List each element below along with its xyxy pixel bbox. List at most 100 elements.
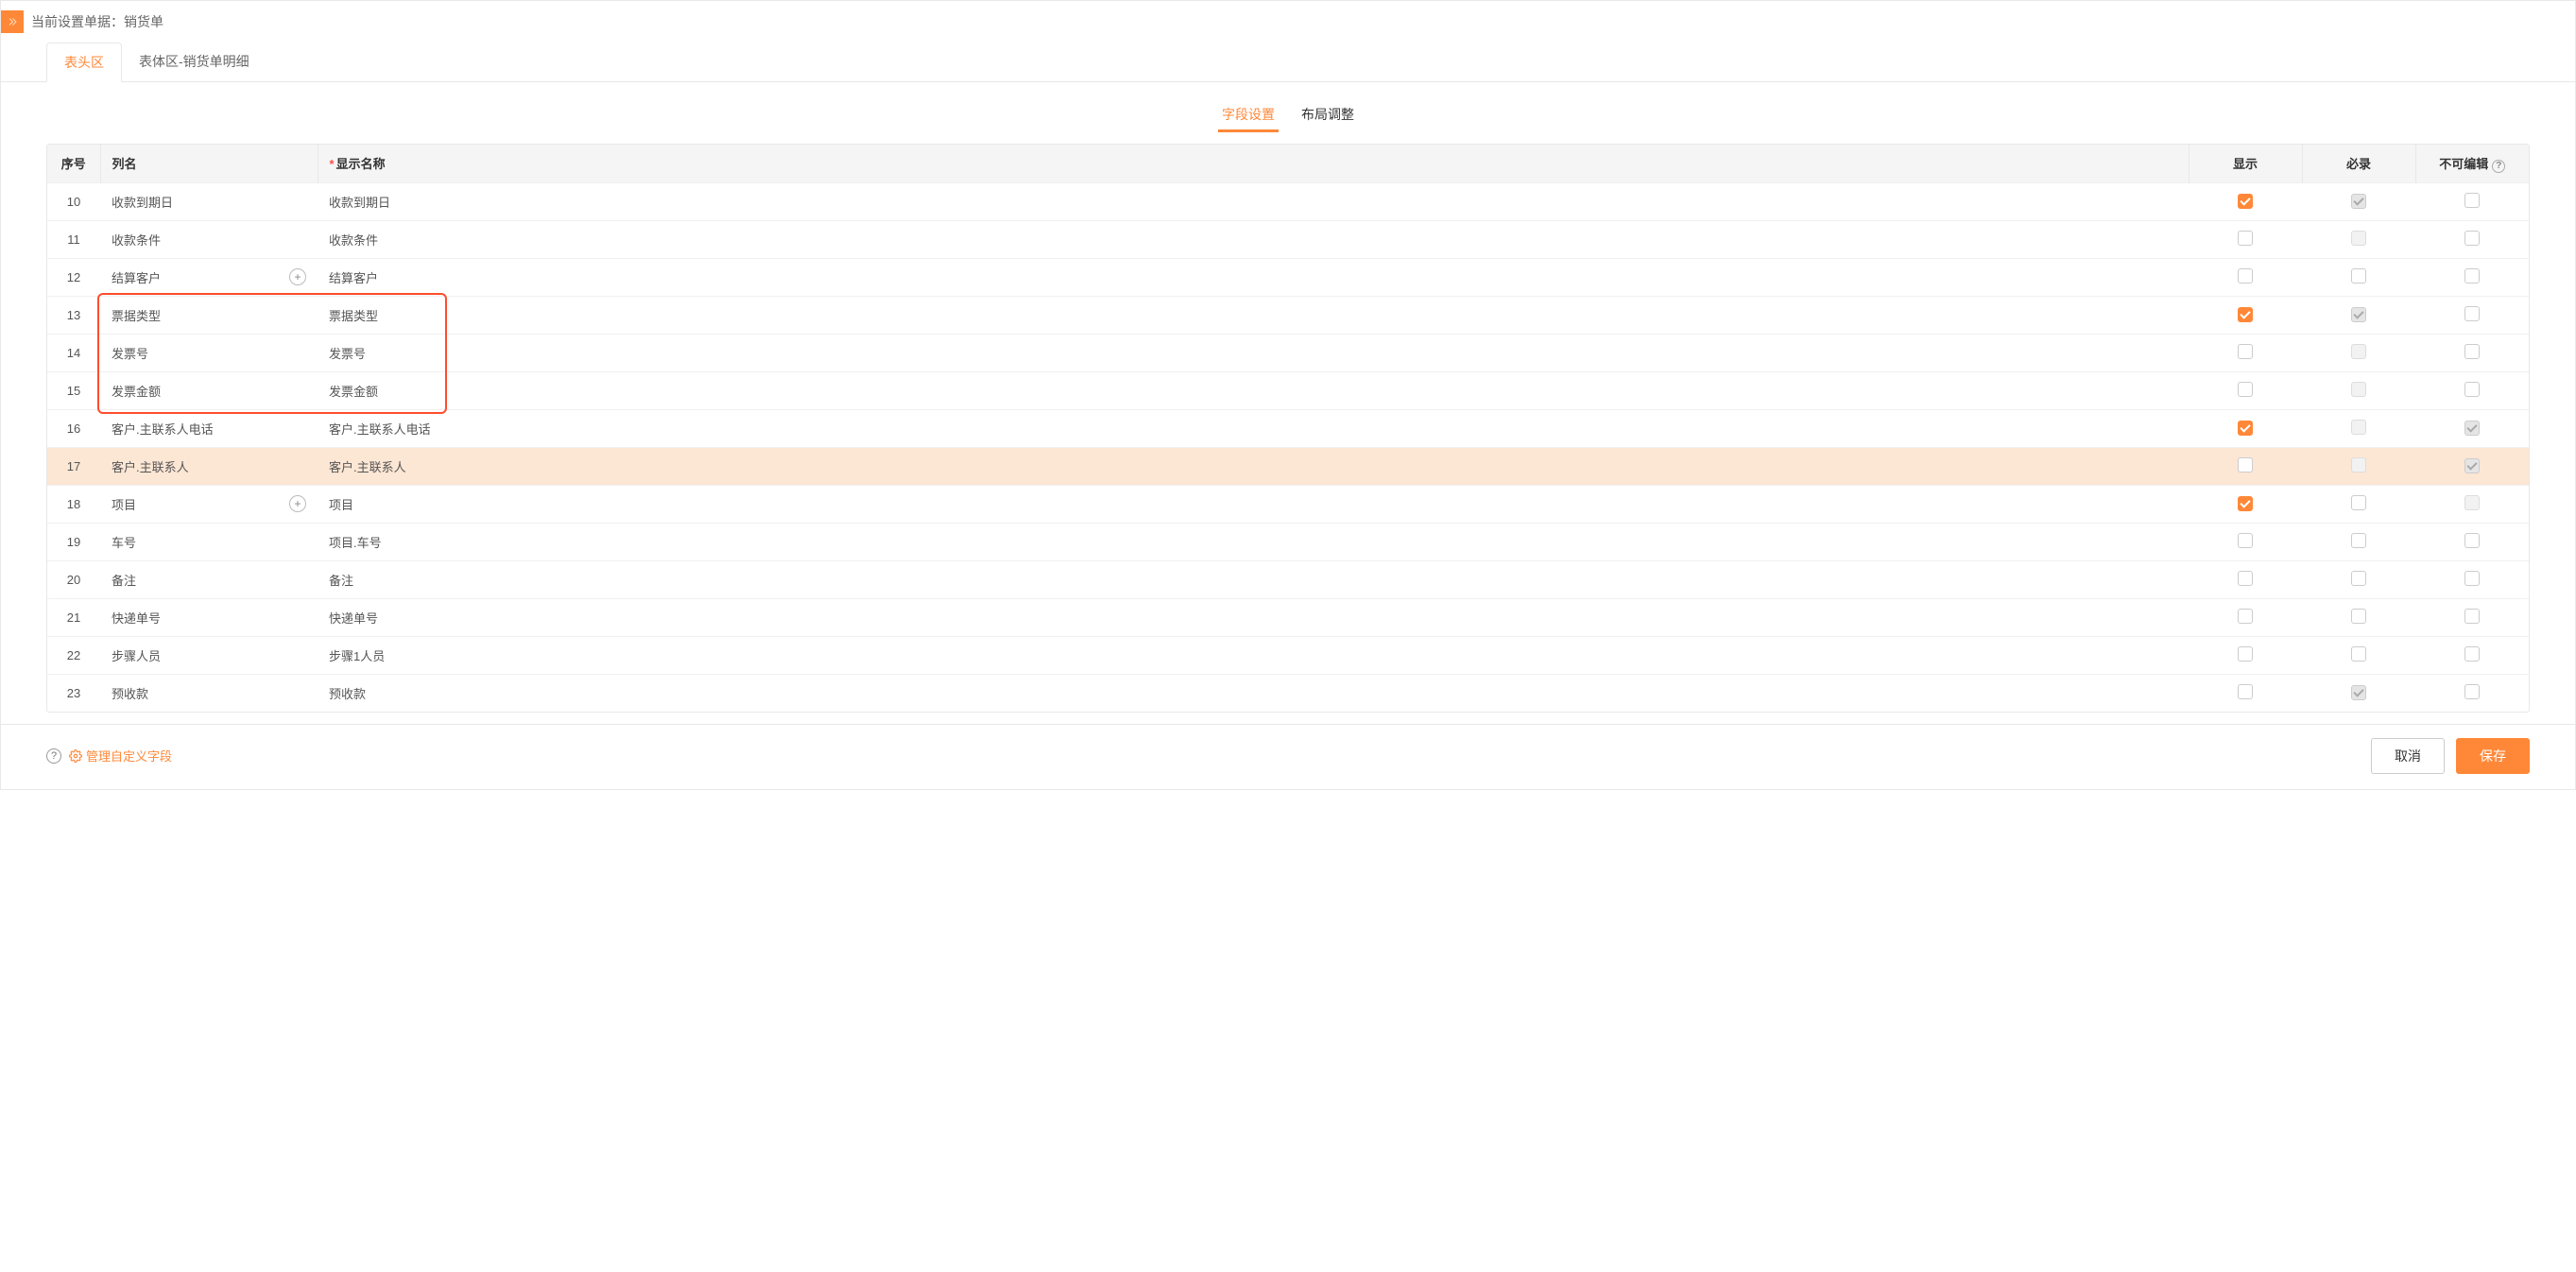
- cell-show: [2189, 485, 2302, 523]
- checkbox[interactable]: [2351, 646, 2366, 662]
- checkbox[interactable]: [2238, 268, 2253, 284]
- row-name-cell: 项目 +: [100, 485, 318, 523]
- cell-required: [2302, 447, 2415, 485]
- row-name: 车号: [112, 533, 136, 551]
- checkbox[interactable]: [2238, 684, 2253, 699]
- cell-required: [2302, 636, 2415, 674]
- checkbox: [2351, 382, 2366, 397]
- cell-readonly: [2415, 182, 2529, 220]
- checkbox[interactable]: [2238, 307, 2253, 322]
- checkbox[interactable]: [2238, 646, 2253, 662]
- cell-show: [2189, 636, 2302, 674]
- row-display-name[interactable]: 步骤1人员: [318, 636, 2189, 674]
- checkbox[interactable]: [2464, 382, 2480, 397]
- cell-readonly: [2415, 220, 2529, 258]
- row-name: 客户.主联系人: [112, 457, 189, 475]
- checkbox[interactable]: [2238, 231, 2253, 246]
- checkbox[interactable]: [2238, 344, 2253, 359]
- title-prefix: 当前设置单据：: [31, 14, 124, 29]
- checkbox[interactable]: [2464, 231, 2480, 246]
- row-display-name[interactable]: 预收款: [318, 674, 2189, 712]
- row-name-cell: 收款条件: [100, 220, 318, 258]
- row-seq: 17: [47, 447, 100, 485]
- tab-0[interactable]: 表头区: [46, 43, 122, 82]
- table-row: 14发票号发票号: [47, 334, 2529, 371]
- table-header-row: 序号 列名 *显示名称 显示 必录 不可编辑?: [47, 145, 2529, 182]
- row-name: 发票金额: [112, 382, 161, 400]
- row-seq: 21: [47, 598, 100, 636]
- cell-required: [2302, 371, 2415, 409]
- checkbox[interactable]: [2238, 194, 2253, 209]
- plus-icon[interactable]: +: [289, 495, 306, 512]
- sub-tab-0[interactable]: 字段设置: [1218, 99, 1279, 132]
- checkbox[interactable]: [2238, 421, 2253, 436]
- row-display-name[interactable]: 客户.主联系人电话: [318, 409, 2189, 447]
- collapse-button[interactable]: [1, 10, 24, 33]
- row-display-name[interactable]: 快递单号: [318, 598, 2189, 636]
- table-row: 15发票金额发票金额: [47, 371, 2529, 409]
- checkbox[interactable]: [2351, 268, 2366, 284]
- checkbox[interactable]: [2464, 684, 2480, 699]
- table-row: 12结算客户+结算客户: [47, 258, 2529, 296]
- sub-tabs: 字段设置布局调整: [46, 82, 2530, 144]
- row-name-cell: 结算客户+: [100, 258, 318, 296]
- checkbox[interactable]: [2464, 646, 2480, 662]
- checkbox[interactable]: [2351, 533, 2366, 548]
- checkbox: [2464, 495, 2480, 510]
- row-display-name[interactable]: 结算客户: [318, 258, 2189, 296]
- checkbox[interactable]: [2238, 571, 2253, 586]
- row-name: 快递单号: [112, 609, 161, 627]
- checkbox[interactable]: [2238, 382, 2253, 397]
- checkbox[interactable]: [2238, 533, 2253, 548]
- plus-icon[interactable]: +: [289, 268, 306, 285]
- checkbox[interactable]: [2464, 571, 2480, 586]
- row-seq: 12: [47, 258, 100, 296]
- checkbox[interactable]: [2238, 496, 2253, 511]
- tab-1[interactable]: 表体区-销货单明细: [122, 43, 266, 81]
- cell-show: [2189, 560, 2302, 598]
- cell-required: [2302, 182, 2415, 220]
- cell-show: [2189, 598, 2302, 636]
- chevron-double-right-icon: [7, 16, 18, 27]
- checkbox[interactable]: [2464, 609, 2480, 624]
- row-display-name[interactable]: 收款到期日: [318, 182, 2189, 220]
- checkbox[interactable]: [2464, 306, 2480, 321]
- checkbox[interactable]: [2464, 268, 2480, 284]
- row-display-name[interactable]: 票据类型: [318, 296, 2189, 334]
- row-display-name[interactable]: 发票号: [318, 334, 2189, 371]
- row-display-name[interactable]: 项目: [318, 485, 2189, 523]
- sub-tab-1[interactable]: 布局调整: [1297, 99, 1358, 132]
- question-icon[interactable]: ?: [46, 748, 61, 764]
- checkbox[interactable]: [2351, 495, 2366, 510]
- row-display-name[interactable]: 收款条件: [318, 220, 2189, 258]
- cancel-button[interactable]: 取消: [2371, 738, 2445, 774]
- checkbox[interactable]: [2464, 533, 2480, 548]
- row-display-name[interactable]: 备注: [318, 560, 2189, 598]
- row-seq: 11: [47, 220, 100, 258]
- table-row: 21 快递单号 快递单号: [47, 598, 2529, 636]
- checkbox: [2351, 307, 2366, 322]
- row-display-name[interactable]: 项目.车号: [318, 523, 2189, 560]
- checkbox[interactable]: [2464, 344, 2480, 359]
- cell-required: [2302, 334, 2415, 371]
- th-seq: 序号: [47, 145, 100, 182]
- cell-show: [2189, 371, 2302, 409]
- cell-readonly: [2415, 598, 2529, 636]
- checkbox[interactable]: [2351, 571, 2366, 586]
- manage-custom-fields-link[interactable]: 管理自定义字段: [69, 747, 172, 765]
- row-name: 预收款: [112, 684, 148, 702]
- checkbox[interactable]: [2351, 609, 2366, 624]
- checkbox[interactable]: [2238, 609, 2253, 624]
- checkbox[interactable]: [2464, 193, 2480, 208]
- cell-show: [2189, 334, 2302, 371]
- help-icon[interactable]: ?: [2492, 160, 2505, 173]
- checkbox[interactable]: [2238, 457, 2253, 473]
- row-display-name[interactable]: 发票金额: [318, 371, 2189, 409]
- save-button[interactable]: 保存: [2456, 738, 2530, 774]
- row-name: 收款条件: [112, 231, 161, 249]
- checkbox: [2464, 421, 2480, 436]
- row-name-cell: 客户.主联系人: [100, 447, 318, 485]
- row-name: 项目: [112, 495, 136, 513]
- row-display-name[interactable]: 客户.主联系人: [318, 447, 2189, 485]
- cell-required: [2302, 485, 2415, 523]
